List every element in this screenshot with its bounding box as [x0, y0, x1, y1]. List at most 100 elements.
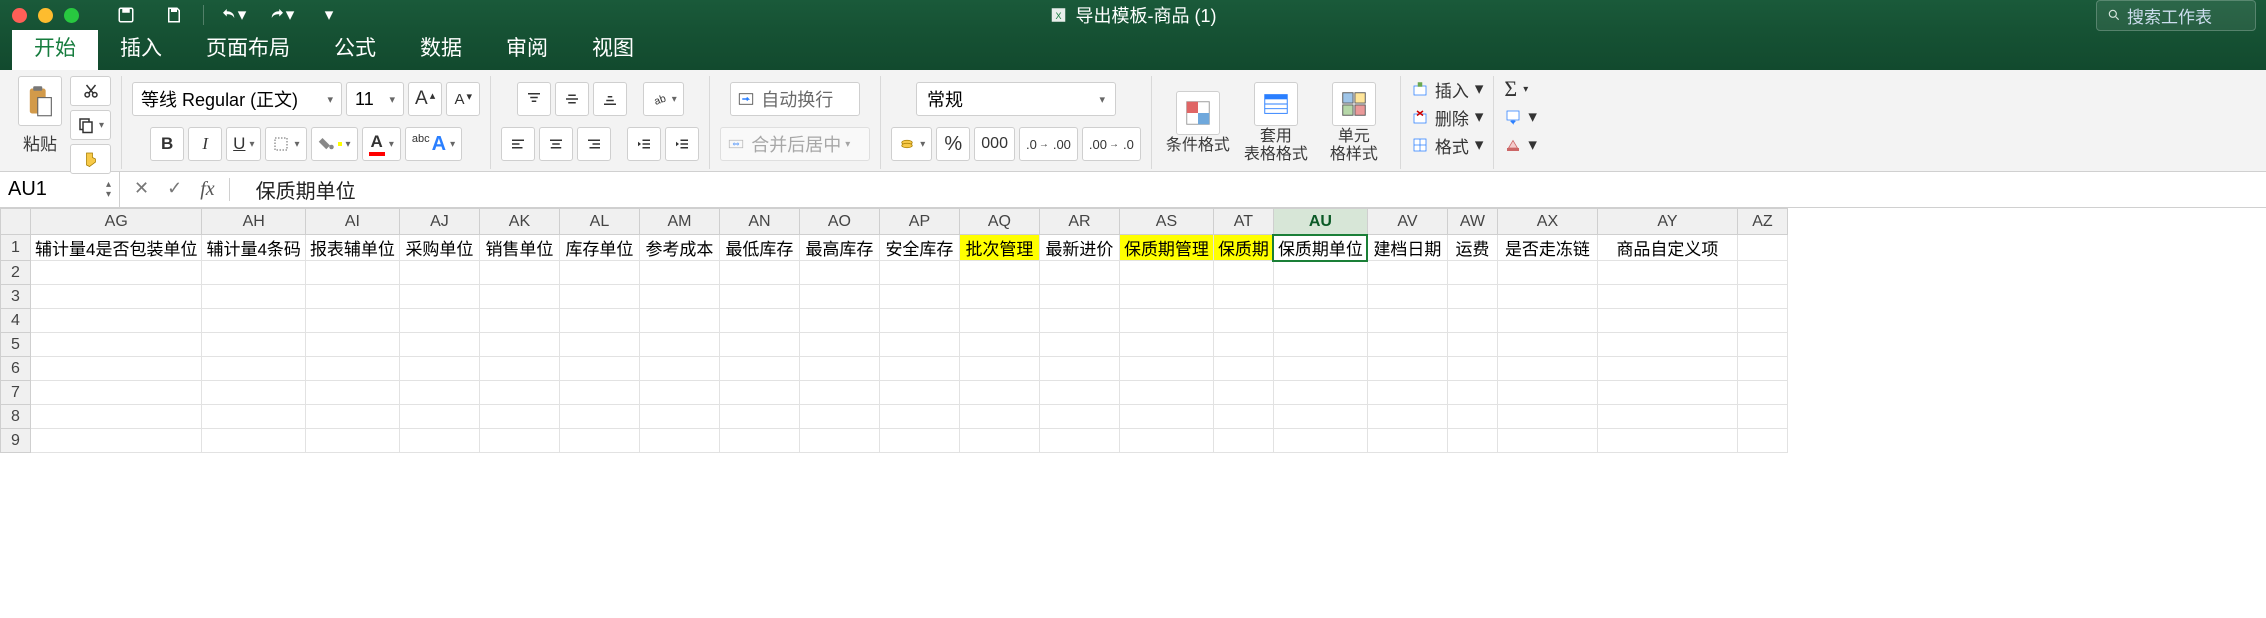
cell-AI3[interactable]: [305, 285, 399, 309]
col-header-AK[interactable]: AK: [479, 209, 559, 235]
cell-styles-button[interactable]: 单元 格样式: [1318, 82, 1390, 163]
cell-AM2[interactable]: [639, 261, 719, 285]
cell-AK2[interactable]: [479, 261, 559, 285]
cell-AH7[interactable]: [202, 381, 305, 405]
cell-AS9[interactable]: [1119, 429, 1213, 453]
cell-AQ9[interactable]: [959, 429, 1039, 453]
cell-AS4[interactable]: [1119, 309, 1213, 333]
cell-AN2[interactable]: [719, 261, 799, 285]
cell-AN9[interactable]: [719, 429, 799, 453]
cell-AI2[interactable]: [305, 261, 399, 285]
col-header-AW[interactable]: AW: [1447, 209, 1497, 235]
cell-AZ2[interactable]: [1737, 261, 1787, 285]
autosum-button[interactable]: Σ▾: [1504, 76, 1537, 102]
cell-AI1[interactable]: 报表辅单位: [305, 235, 399, 261]
format-cells-button[interactable]: 格式▾: [1411, 132, 1484, 158]
cell-AU5[interactable]: [1273, 333, 1367, 357]
cell-AO4[interactable]: [799, 309, 879, 333]
cell-AR1[interactable]: 最新进价: [1039, 235, 1119, 261]
cell-AJ5[interactable]: [399, 333, 479, 357]
cell-AV1[interactable]: 建档日期: [1367, 235, 1447, 261]
cell-AY8[interactable]: [1597, 405, 1737, 429]
cell-AW4[interactable]: [1447, 309, 1497, 333]
cell-AR6[interactable]: [1039, 357, 1119, 381]
percent-format-button[interactable]: %: [936, 127, 970, 161]
cell-AG1[interactable]: 辅计量4是否包装单位: [31, 235, 202, 261]
cell-AY7[interactable]: [1597, 381, 1737, 405]
orientation-button[interactable]: ab▾: [643, 82, 684, 116]
cell-AI4[interactable]: [305, 309, 399, 333]
fill-color-button[interactable]: ▾: [311, 127, 358, 161]
cell-AG4[interactable]: [31, 309, 202, 333]
accounting-format-button[interactable]: ▾: [891, 127, 932, 161]
col-header-AH[interactable]: AH: [202, 209, 305, 235]
cell-AT7[interactable]: [1213, 381, 1273, 405]
col-header-AG[interactable]: AG: [31, 209, 202, 235]
cell-AJ2[interactable]: [399, 261, 479, 285]
row-header-2[interactable]: 2: [1, 261, 31, 285]
cell-AT8[interactable]: [1213, 405, 1273, 429]
cell-AX5[interactable]: [1497, 333, 1597, 357]
cell-AV3[interactable]: [1367, 285, 1447, 309]
cell-AJ3[interactable]: [399, 285, 479, 309]
cell-AX6[interactable]: [1497, 357, 1597, 381]
cell-AN3[interactable]: [719, 285, 799, 309]
cell-AL4[interactable]: [559, 309, 639, 333]
row-header-5[interactable]: 5: [1, 333, 31, 357]
increase-decimal-button[interactable]: .0→.00: [1019, 127, 1078, 161]
cell-AJ8[interactable]: [399, 405, 479, 429]
comma-format-button[interactable]: 000: [974, 127, 1015, 161]
decrease-font-button[interactable]: A▾: [446, 82, 480, 116]
formula-content[interactable]: 保质期单位: [244, 175, 356, 204]
cell-AO3[interactable]: [799, 285, 879, 309]
cell-AX2[interactable]: [1497, 261, 1597, 285]
cell-AS1[interactable]: 保质期管理: [1119, 235, 1213, 261]
cell-AO1[interactable]: 最高库存: [799, 235, 879, 261]
merge-center-button[interactable]: 合并后居中▾: [720, 127, 870, 161]
cell-AJ9[interactable]: [399, 429, 479, 453]
cell-AG3[interactable]: [31, 285, 202, 309]
cell-AT5[interactable]: [1213, 333, 1273, 357]
cell-AP3[interactable]: [879, 285, 959, 309]
font-color-button[interactable]: A▾: [362, 127, 401, 161]
cell-AY5[interactable]: [1597, 333, 1737, 357]
cell-AI9[interactable]: [305, 429, 399, 453]
cell-AO7[interactable]: [799, 381, 879, 405]
tab-formulas[interactable]: 公式: [312, 26, 398, 70]
row-header-3[interactable]: 3: [1, 285, 31, 309]
cell-AZ8[interactable]: [1737, 405, 1787, 429]
cell-AU6[interactable]: [1273, 357, 1367, 381]
select-all-corner[interactable]: [1, 209, 31, 235]
cell-AV7[interactable]: [1367, 381, 1447, 405]
cell-AO2[interactable]: [799, 261, 879, 285]
cell-AW5[interactable]: [1447, 333, 1497, 357]
fill-button[interactable]: ▾: [1504, 104, 1537, 130]
cell-AI6[interactable]: [305, 357, 399, 381]
col-header-AL[interactable]: AL: [559, 209, 639, 235]
cell-AZ5[interactable]: [1737, 333, 1787, 357]
col-header-AI[interactable]: AI: [305, 209, 399, 235]
cell-AR2[interactable]: [1039, 261, 1119, 285]
cell-AG5[interactable]: [31, 333, 202, 357]
close-window-button[interactable]: [12, 8, 27, 23]
cell-AH5[interactable]: [202, 333, 305, 357]
cell-AG6[interactable]: [31, 357, 202, 381]
col-header-AJ[interactable]: AJ: [399, 209, 479, 235]
cell-AS8[interactable]: [1119, 405, 1213, 429]
bold-button[interactable]: B: [150, 127, 184, 161]
cell-AV8[interactable]: [1367, 405, 1447, 429]
cell-AU9[interactable]: [1273, 429, 1367, 453]
spreadsheet-grid[interactable]: AGAHAIAJAKALAMANAOAPAQARASATAUAVAWAXAYAZ…: [0, 208, 2266, 453]
cell-AI8[interactable]: [305, 405, 399, 429]
cell-AL2[interactable]: [559, 261, 639, 285]
cell-AK5[interactable]: [479, 333, 559, 357]
redo-button[interactable]: ▾: [260, 2, 302, 28]
cell-AK6[interactable]: [479, 357, 559, 381]
cell-AU4[interactable]: [1273, 309, 1367, 333]
cell-AU2[interactable]: [1273, 261, 1367, 285]
cell-AH6[interactable]: [202, 357, 305, 381]
cell-AM9[interactable]: [639, 429, 719, 453]
cancel-formula-icon[interactable]: ✕: [134, 178, 149, 201]
cell-AX7[interactable]: [1497, 381, 1597, 405]
cell-AK8[interactable]: [479, 405, 559, 429]
